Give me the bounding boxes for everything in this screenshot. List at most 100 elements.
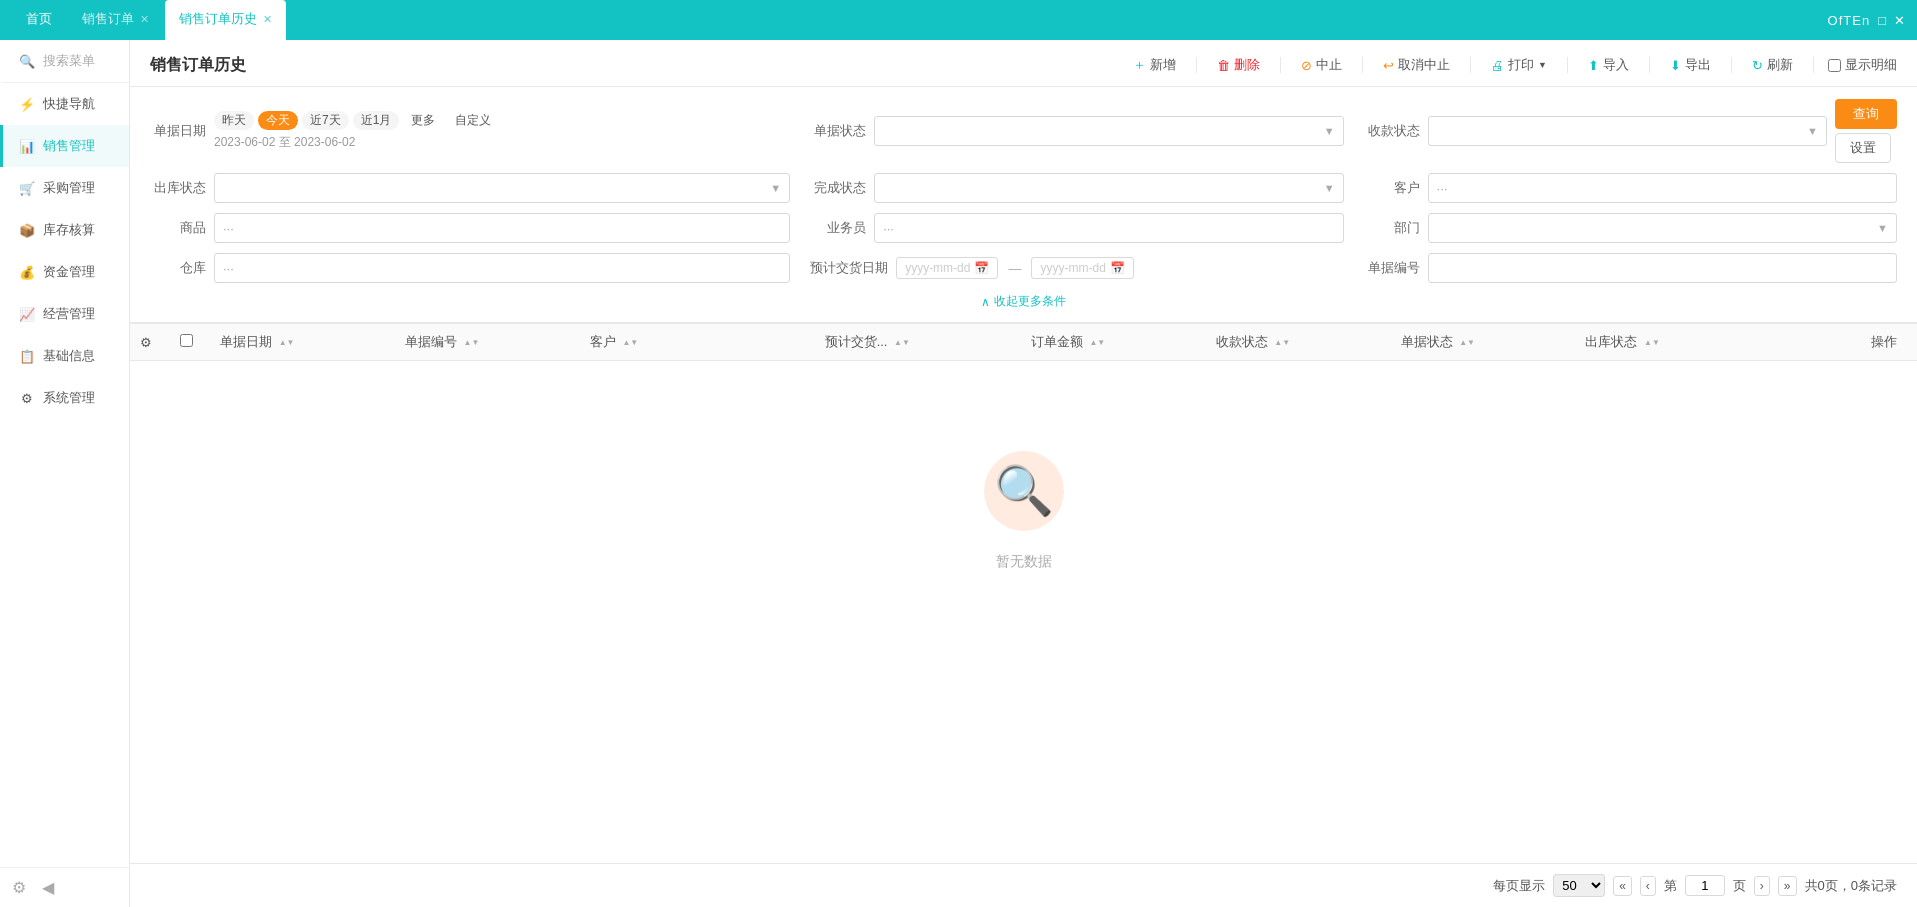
th-customer[interactable]: 客户 ▲▼ bbox=[580, 324, 815, 361]
filter-delivery-from[interactable]: yyyy-mm-dd 📅 bbox=[896, 257, 998, 279]
number-sort-icon: ▲▼ bbox=[464, 338, 480, 347]
settings-button[interactable]: 设置 bbox=[1835, 133, 1891, 163]
sidebar-item-sys-mgmt[interactable]: ⚙ 系统管理 bbox=[0, 377, 129, 419]
filter-item-department: 部门 ▼ bbox=[1364, 213, 1897, 243]
th-settings[interactable]: ⚙ bbox=[130, 324, 170, 361]
refresh-button[interactable]: ↻ 刷新 bbox=[1746, 52, 1799, 78]
filter-row-4: 仓库 ··· 预计交货日期 yyyy-mm-dd 📅 — yyyy bbox=[150, 253, 1897, 283]
prev-page-button[interactable]: ‹ bbox=[1640, 876, 1656, 896]
filter-control-warehouse[interactable]: ··· bbox=[214, 253, 790, 283]
first-page-button[interactable]: « bbox=[1613, 876, 1632, 896]
filter-control-complete-status[interactable]: ▼ bbox=[874, 173, 1343, 203]
filter-row-1: 单据日期 昨天 今天 近7天 近1月 更多 自定义 2023-06-02 至 2… bbox=[150, 99, 1897, 163]
refresh-label: 刷新 bbox=[1767, 56, 1793, 74]
display-toggle[interactable]: 显示明细 bbox=[1828, 56, 1897, 74]
th-out-status[interactable]: 出库状态 ▲▼ bbox=[1575, 324, 1760, 361]
cancel-stop-icon: ↩ bbox=[1383, 58, 1394, 73]
filter-item-out-status: 出库状态 ▼ bbox=[150, 173, 790, 203]
settings-gear-icon[interactable]: ⚙ bbox=[140, 335, 152, 350]
page-size-select[interactable]: 50 10 20 100 bbox=[1553, 874, 1605, 897]
tab-home-label: 首页 bbox=[26, 10, 52, 28]
filter-label-payment-status: 收款状态 bbox=[1364, 122, 1428, 140]
tab-sales-order-close[interactable]: ✕ bbox=[140, 13, 149, 26]
next-page-button[interactable]: › bbox=[1754, 876, 1770, 896]
page-title-bar: 销售订单历史 ＋ 新增 🗑 删除 ⊘ 中止 ↩ bbox=[130, 40, 1917, 87]
sys-mgmt-icon: ⚙ bbox=[19, 390, 35, 406]
page-suffix: 页 bbox=[1733, 877, 1746, 895]
layout: 🔍 搜索菜单 ⚡ 快捷导航 📊 销售管理 🛒 采购管理 📦 库存核算 💰 资金管… bbox=[0, 40, 1917, 907]
filter-label-out-status: 出库状态 bbox=[150, 179, 214, 197]
delivery-from-placeholder: yyyy-mm-dd bbox=[905, 261, 970, 275]
th-checkbox[interactable] bbox=[170, 324, 210, 361]
empty-text: 暂无数据 bbox=[996, 553, 1052, 571]
select-all-checkbox[interactable] bbox=[180, 334, 193, 347]
base-info-icon: 📋 bbox=[19, 348, 35, 364]
collapse-button[interactable]: ∧ 收起更多条件 bbox=[150, 293, 1897, 310]
filter-item-salesperson: 业务员 ··· bbox=[810, 213, 1343, 243]
date-chip-more[interactable]: 更多 bbox=[403, 111, 443, 130]
sidebar-item-quick-nav[interactable]: ⚡ 快捷导航 bbox=[0, 83, 129, 125]
import-button[interactable]: ⬆ 导入 bbox=[1582, 52, 1635, 78]
th-number-label: 单据编号 bbox=[405, 334, 457, 349]
tab-home[interactable]: 首页 bbox=[12, 0, 66, 40]
new-button[interactable]: ＋ 新增 bbox=[1127, 52, 1182, 78]
import-label: 导入 bbox=[1603, 56, 1629, 74]
th-payment-status-label: 收款状态 bbox=[1216, 334, 1268, 349]
th-amount[interactable]: 订单金额 ▲▼ bbox=[1021, 324, 1206, 361]
close-icon[interactable]: ✕ bbox=[1894, 13, 1905, 28]
print-button[interactable]: 🖨 打印 ▼ bbox=[1485, 52, 1553, 78]
filter-item-delivery-date: 预计交货日期 yyyy-mm-dd 📅 — yyyy-mm-dd 📅 bbox=[810, 257, 1343, 279]
tab-sales-order-history-label: 销售订单历史 bbox=[179, 10, 257, 28]
filter-delivery-to[interactable]: yyyy-mm-dd 📅 bbox=[1031, 257, 1133, 279]
filter-control-customer[interactable]: ··· bbox=[1428, 173, 1897, 203]
top-bar: 首页 销售订单 ✕ 销售订单历史 ✕ OfTEn □ ✕ bbox=[0, 0, 1917, 40]
date-separator: — bbox=[1002, 261, 1027, 276]
export-button[interactable]: ⬇ 导出 bbox=[1664, 52, 1717, 78]
print-arrow-icon: ▼ bbox=[1538, 60, 1547, 70]
last-page-button[interactable]: » bbox=[1778, 876, 1797, 896]
date-chip-today[interactable]: 今天 bbox=[258, 111, 298, 130]
tab-sales-order-history[interactable]: 销售订单历史 ✕ bbox=[165, 0, 286, 40]
empty-row: 🔍 暂无数据 bbox=[130, 361, 1917, 652]
tab-sales-order[interactable]: 销售订单 ✕ bbox=[68, 0, 163, 40]
th-payment-status[interactable]: 收款状态 ▲▼ bbox=[1206, 324, 1391, 361]
doc-status-chevron-icon: ▼ bbox=[1324, 125, 1335, 137]
date-chip-yesterday[interactable]: 昨天 bbox=[214, 111, 254, 130]
calendar-to-icon: 📅 bbox=[1110, 261, 1125, 275]
delete-button[interactable]: 🗑 删除 bbox=[1211, 52, 1266, 78]
divider-8 bbox=[1813, 57, 1814, 73]
sidebar-item-inventory[interactable]: 📦 库存核算 bbox=[0, 209, 129, 251]
sidebar-search[interactable]: 🔍 搜索菜单 bbox=[0, 40, 129, 83]
th-date[interactable]: 单据日期 ▲▼ bbox=[210, 324, 395, 361]
restore-icon[interactable]: □ bbox=[1878, 13, 1886, 28]
sidebar-item-sales-mgmt[interactable]: 📊 销售管理 bbox=[0, 125, 129, 167]
filter-item-warehouse: 仓库 ··· bbox=[150, 253, 790, 283]
date-chip-1month[interactable]: 近1月 bbox=[353, 111, 400, 130]
cancel-stop-button[interactable]: ↩ 取消中止 bbox=[1377, 52, 1456, 78]
date-chip-7days[interactable]: 近7天 bbox=[302, 111, 349, 130]
display-toggle-checkbox[interactable] bbox=[1828, 59, 1841, 72]
filter-control-payment-status[interactable]: ▼ bbox=[1428, 116, 1827, 146]
th-number[interactable]: 单据编号 ▲▼ bbox=[395, 324, 580, 361]
stop-button[interactable]: ⊘ 中止 bbox=[1295, 52, 1348, 78]
sidebar-item-purchase-mgmt[interactable]: 🛒 采购管理 bbox=[0, 167, 129, 209]
filter-control-doc-status[interactable]: ▼ bbox=[874, 116, 1343, 146]
filter-control-out-status[interactable]: ▼ bbox=[214, 173, 790, 203]
th-delivery-date[interactable]: 预计交货... ▲▼ bbox=[815, 324, 1021, 361]
table-area: ⚙ 单据日期 ▲▼ 单据编号 ▲▼ bbox=[130, 323, 1917, 863]
filter-control-product[interactable]: ··· bbox=[214, 213, 790, 243]
sidebar-collapse-icon[interactable]: ◀ bbox=[42, 878, 54, 897]
tab-sales-order-history-close[interactable]: ✕ bbox=[263, 13, 272, 26]
filter-control-department[interactable]: ▼ bbox=[1428, 213, 1897, 243]
sidebar-item-operations[interactable]: 📈 经营管理 bbox=[0, 293, 129, 335]
filter-control-salesperson[interactable]: ··· bbox=[874, 213, 1343, 243]
date-chip-custom[interactable]: 自定义 bbox=[447, 111, 499, 130]
th-doc-status[interactable]: 单据状态 ▲▼ bbox=[1391, 324, 1576, 361]
page-input[interactable] bbox=[1685, 875, 1725, 896]
sidebar-settings-icon[interactable]: ⚙ bbox=[12, 878, 26, 897]
filter-label-salesperson: 业务员 bbox=[810, 219, 874, 237]
filter-control-doc-number[interactable] bbox=[1428, 253, 1897, 283]
sidebar-item-finance[interactable]: 💰 资金管理 bbox=[0, 251, 129, 293]
sidebar-item-base-info[interactable]: 📋 基础信息 bbox=[0, 335, 129, 377]
query-button[interactable]: 查询 bbox=[1835, 99, 1897, 129]
